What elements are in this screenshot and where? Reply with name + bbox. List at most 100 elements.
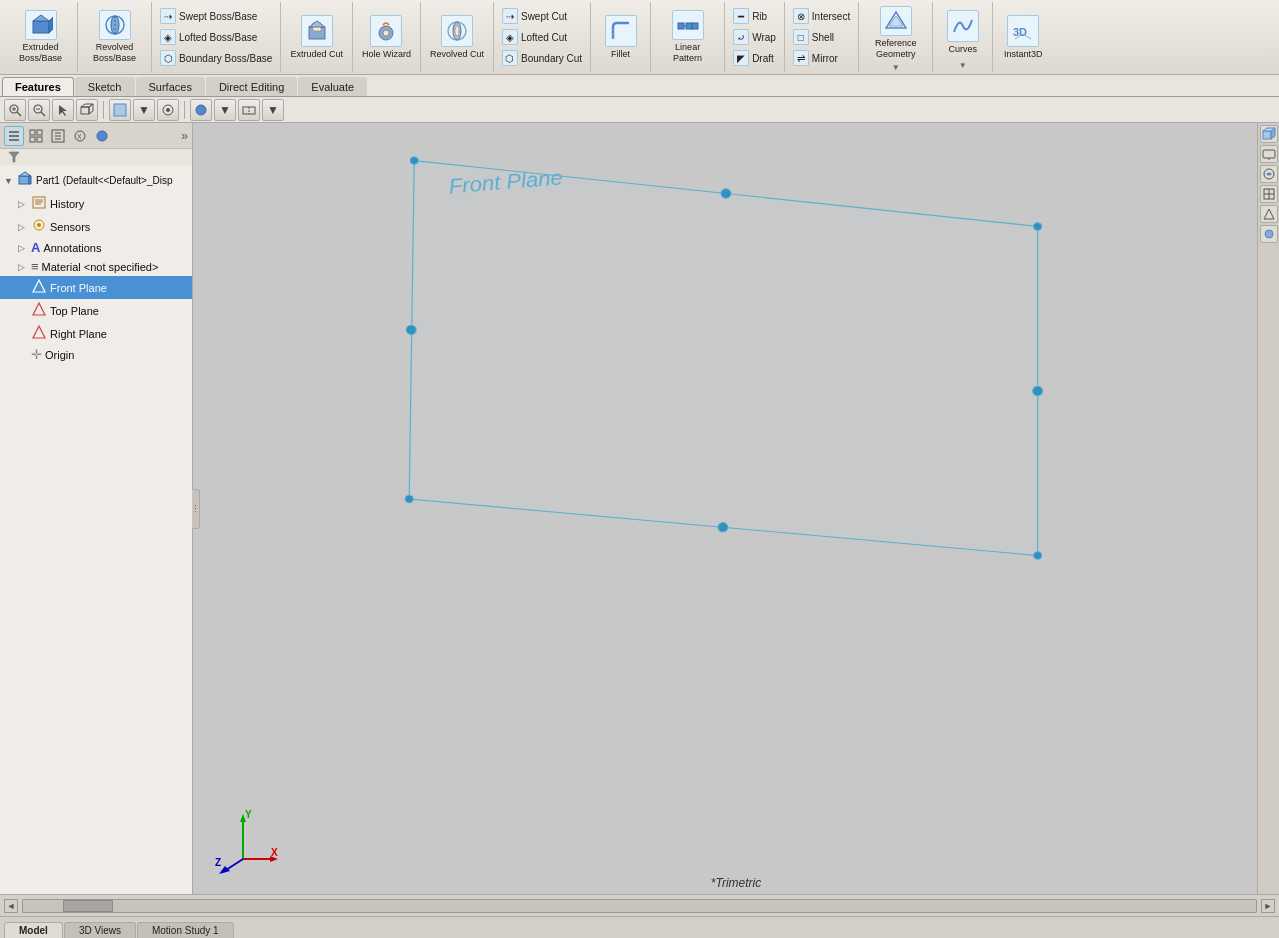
zoom-out-button[interactable] bbox=[28, 99, 50, 121]
view-setting4[interactable] bbox=[1260, 225, 1278, 243]
view-display-button[interactable] bbox=[109, 99, 131, 121]
tab-sketch[interactable]: Sketch bbox=[75, 77, 135, 96]
swept-boss-button[interactable]: ⇢ Swept Boss/Base bbox=[155, 6, 277, 26]
shell-button[interactable]: □ Shell bbox=[788, 27, 855, 47]
tree-item-history[interactable]: ▷ History bbox=[0, 192, 192, 215]
filter-icon bbox=[8, 151, 20, 163]
svg-marker-63 bbox=[33, 303, 45, 315]
wrap-label: Wrap bbox=[752, 32, 776, 43]
tab-surfaces[interactable]: Surfaces bbox=[136, 77, 205, 96]
curves-dropdown[interactable]: ▼ bbox=[959, 61, 967, 70]
section-view-button[interactable] bbox=[238, 99, 260, 121]
tree-item-annotations[interactable]: ▷ A Annotations bbox=[0, 238, 192, 257]
toolbar-separator-1 bbox=[103, 101, 104, 119]
display-mode-button[interactable]: ▼ bbox=[133, 99, 155, 121]
plane-dot-right bbox=[1033, 386, 1043, 395]
swept-cut-button[interactable]: ⇢ Swept Cut bbox=[497, 6, 587, 26]
tab-direct-editing[interactable]: Direct Editing bbox=[206, 77, 297, 96]
expand-icon[interactable]: » bbox=[181, 129, 188, 143]
tab-3d-views[interactable]: 3D Views bbox=[64, 922, 136, 938]
history-label: History bbox=[50, 198, 84, 210]
curves-button[interactable]: Curves bbox=[938, 4, 988, 61]
tree-item-part1[interactable]: ▼ Part1 (Default<<Default>_Disp bbox=[0, 169, 192, 192]
reference-geometry-group: Reference Geometry ▼ bbox=[859, 2, 933, 72]
wrap-icon: ⤾ bbox=[733, 29, 749, 45]
scene-button[interactable]: ▼ bbox=[214, 99, 236, 121]
origin-label: Origin bbox=[45, 349, 74, 361]
wrap-button[interactable]: ⤾ Wrap bbox=[728, 27, 781, 47]
svg-point-84 bbox=[1265, 230, 1273, 238]
lofted-boss-button[interactable]: ◈ Lofted Boss/Base bbox=[155, 27, 277, 47]
svg-marker-62 bbox=[33, 280, 45, 292]
sidebar-resize-handle[interactable]: ⋮ bbox=[192, 489, 200, 529]
extruded-boss-button[interactable]: Extruded Boss/Base bbox=[8, 7, 73, 67]
revolved-boss-button[interactable]: Revolved Boss/Base bbox=[82, 7, 147, 67]
draft-button[interactable]: ◤ Draft bbox=[728, 48, 781, 68]
intersect-button[interactable]: ⊗ Intersect bbox=[788, 6, 855, 26]
tree-item-material[interactable]: ▷ ≡ Material <not specified> bbox=[0, 257, 192, 276]
svg-marker-64 bbox=[33, 326, 45, 338]
tab-evaluate[interactable]: Evaluate bbox=[298, 77, 367, 96]
fillet-button[interactable]: Fillet bbox=[596, 7, 646, 67]
coordinate-triad: Y X Z bbox=[213, 804, 273, 864]
svg-rect-32 bbox=[114, 104, 126, 116]
status-bar: ◄ ► bbox=[0, 894, 1279, 916]
appearance-button[interactable] bbox=[190, 99, 212, 121]
linear-pattern-button[interactable]: Linear Pattern bbox=[655, 7, 720, 67]
curves-label: Curves bbox=[948, 44, 977, 55]
horizontal-scrollbar[interactable] bbox=[22, 899, 1257, 913]
rib-button[interactable]: ━ Rib bbox=[728, 6, 781, 26]
tree-view-button[interactable] bbox=[4, 126, 24, 146]
reference-geometry-button[interactable]: Reference Geometry bbox=[863, 3, 928, 63]
property-view-button[interactable] bbox=[26, 126, 46, 146]
view-setting3[interactable] bbox=[1260, 205, 1278, 223]
scroll-right-button[interactable]: ► bbox=[1261, 899, 1275, 913]
svg-text:Z: Z bbox=[215, 857, 221, 868]
tab-motion-study[interactable]: Motion Study 1 bbox=[137, 922, 234, 938]
intersect-icon: ⊗ bbox=[793, 8, 809, 24]
view-setting1[interactable] bbox=[1260, 165, 1278, 183]
linear-pattern-label: Linear Pattern bbox=[660, 42, 715, 64]
top-plane-icon bbox=[31, 301, 47, 320]
svg-rect-15 bbox=[686, 23, 692, 29]
hole-wizard-button[interactable]: Hole Wizard bbox=[357, 7, 416, 67]
tab-model[interactable]: Model bbox=[4, 922, 63, 938]
tree-item-sensors[interactable]: ▷ Sensors bbox=[0, 215, 192, 238]
display-btn2[interactable]: ▼ bbox=[262, 99, 284, 121]
boundary-boss-button[interactable]: ⬡ Boundary Boss/Base bbox=[155, 48, 277, 68]
view-cube-button[interactable] bbox=[1260, 125, 1278, 143]
tree-item-right-plane[interactable]: Right Plane bbox=[0, 322, 192, 345]
mirror-button[interactable]: ⇌ Mirror bbox=[788, 48, 855, 68]
view-orientation-button[interactable] bbox=[76, 99, 98, 121]
lofted-cut-label: Lofted Cut bbox=[521, 32, 567, 43]
reference-geometry-dropdown[interactable]: ▼ bbox=[892, 63, 900, 72]
boundary-cut-button[interactable]: ⬡ Boundary Cut bbox=[497, 48, 587, 68]
scroll-left-button[interactable]: ◄ bbox=[4, 899, 18, 913]
display-manager-button[interactable] bbox=[92, 126, 112, 146]
revolved-cut-button[interactable]: Revolved Cut bbox=[425, 7, 489, 67]
lofted-cut-button[interactable]: ◈ Lofted Cut bbox=[497, 27, 587, 47]
extruded-cut-button[interactable]: Extruded Cut bbox=[285, 7, 348, 67]
svg-point-51 bbox=[97, 131, 107, 141]
tree-item-front-plane[interactable]: Front Plane bbox=[0, 276, 192, 299]
tree-item-top-plane[interactable]: Top Plane bbox=[0, 299, 192, 322]
draft-icon: ◤ bbox=[733, 50, 749, 66]
svg-point-35 bbox=[196, 105, 206, 115]
view-setting2[interactable] bbox=[1260, 185, 1278, 203]
tree-item-origin[interactable]: ✛ Origin bbox=[0, 345, 192, 364]
select-button[interactable] bbox=[52, 99, 74, 121]
plane-corner-bl bbox=[405, 495, 413, 503]
toolbar-separator-2 bbox=[184, 101, 185, 119]
heads-up-button[interactable] bbox=[1260, 145, 1278, 163]
zoom-fit-button[interactable] bbox=[4, 99, 26, 121]
revolved-cut-icon bbox=[441, 15, 473, 47]
dim-xpert-button[interactable]: X bbox=[70, 126, 90, 146]
scrollbar-thumb[interactable] bbox=[63, 900, 113, 912]
tab-features[interactable]: Features bbox=[2, 77, 74, 96]
instant3d-button[interactable]: 3D Instant3D bbox=[998, 7, 1048, 67]
material-icon: ≡ bbox=[31, 259, 39, 274]
configuration-view-button[interactable] bbox=[48, 126, 68, 146]
svg-line-23 bbox=[17, 112, 21, 116]
view-settings-button[interactable] bbox=[157, 99, 179, 121]
3d-viewport[interactable]: Front Plane Y X Z bbox=[193, 123, 1279, 894]
